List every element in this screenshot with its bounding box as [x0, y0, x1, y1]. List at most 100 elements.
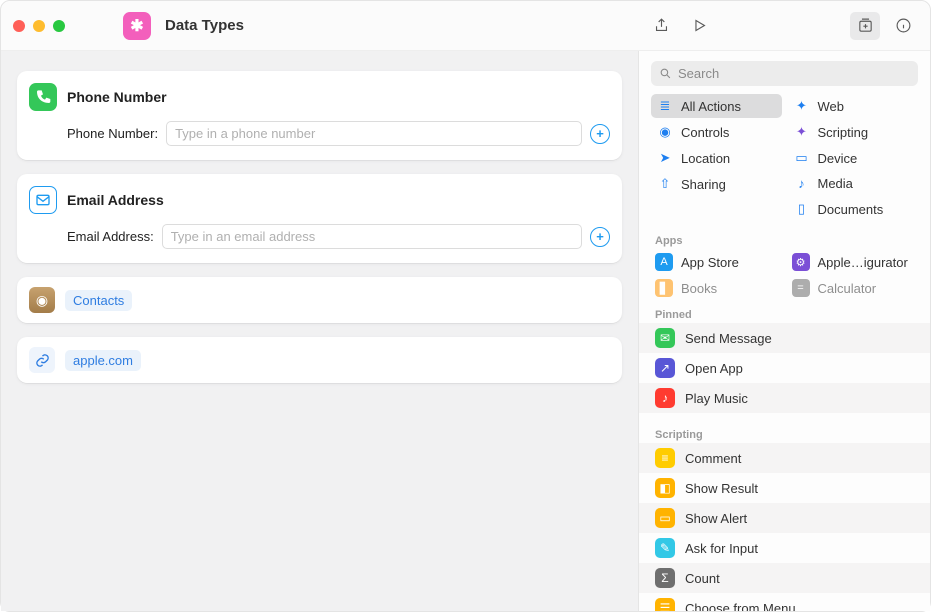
add-variable-button[interactable]: +	[590, 227, 610, 247]
field-label: Phone Number:	[67, 126, 158, 141]
apps-list: AApp Store▋Books ⚙ Apple…igurator =Calculat…	[639, 249, 930, 301]
category-label: Web	[818, 99, 845, 114]
action-icon: ↗	[655, 358, 675, 378]
category-label: All Actions	[681, 99, 741, 114]
category-icon: ▭	[794, 150, 810, 166]
pinned-list: ✉ Send Message ↗ Open App ♪ Play Music	[639, 323, 930, 413]
action-icon: ☰	[655, 598, 675, 611]
action-show-alert[interactable]: ▭Show Alert	[639, 503, 930, 533]
action-count[interactable]: Σ Count	[639, 563, 930, 593]
app-label: Apple…igurator	[818, 255, 908, 270]
action-ask-for-input[interactable]: ✎ Ask for Input	[639, 533, 930, 563]
email-address-action[interactable]: Email Address Email Address: +	[17, 174, 622, 263]
action-label: Comment	[685, 451, 741, 466]
share-button[interactable]	[646, 12, 676, 40]
action-icon: ✎	[655, 538, 675, 558]
email-address-input[interactable]	[162, 224, 582, 249]
category-controls[interactable]: ◉Controls	[651, 120, 782, 144]
category-list: ≣ All Actions ◉Controls ➤ Location ⇧Sharing ✦ W…	[639, 94, 930, 227]
category-label: Scripting	[818, 125, 869, 140]
url-action[interactable]: apple.com	[17, 337, 622, 383]
action-icon: Σ	[655, 568, 675, 588]
app-calculator[interactable]: =Calculator	[788, 275, 919, 301]
category-icon: ♪	[794, 176, 810, 191]
action-comment[interactable]: ≡ Comment	[639, 443, 930, 473]
category-all-actions[interactable]: ≣ All Actions	[651, 94, 782, 118]
action-label: Open App	[685, 361, 743, 376]
zoom-window-button[interactable]	[53, 20, 65, 32]
search-icon	[659, 67, 672, 80]
action-send-message[interactable]: ✉ Send Message	[639, 323, 930, 353]
app-app-store[interactable]: AApp Store	[651, 249, 782, 275]
action-icon: ≡	[655, 448, 675, 468]
app-icon: =	[792, 279, 810, 297]
window: ✱ Data Types Phone Number	[0, 0, 931, 612]
card-title: Phone Number	[67, 89, 167, 105]
category-label: Device	[818, 151, 858, 166]
category-media[interactable]: ♪ Media	[788, 172, 919, 195]
window-title: Data Types	[165, 17, 244, 34]
action-label: Show Result	[685, 481, 758, 496]
contacts-chip[interactable]: Contacts	[65, 290, 132, 311]
app-apple-igurator[interactable]: ⚙ Apple…igurator	[788, 249, 919, 275]
action-open-app[interactable]: ↗ Open App	[639, 353, 930, 383]
library-icon	[857, 17, 874, 34]
category-scripting[interactable]: ✦Scripting	[788, 120, 919, 144]
category-icon: ◉	[657, 124, 673, 140]
info-icon	[895, 17, 912, 34]
library-button[interactable]	[850, 12, 880, 40]
card-row: Email Address: +	[29, 224, 610, 249]
app-icon: ⚙	[792, 253, 810, 271]
action-choose-from-menu[interactable]: ☰Choose from Menu	[639, 593, 930, 611]
url-chip[interactable]: apple.com	[65, 350, 141, 371]
card-header: Email Address	[29, 186, 610, 214]
action-label: Count	[685, 571, 720, 586]
category-web[interactable]: ✦ Web	[788, 94, 919, 118]
action-icon: ♪	[655, 388, 675, 408]
phone-number-action[interactable]: Phone Number Phone Number: +	[17, 71, 622, 160]
play-icon	[691, 17, 708, 34]
category-icon: ≣	[657, 98, 673, 114]
scripting-list: ≡ Comment ◧Show Result▭Show Alert ✎ Ask for …	[639, 443, 930, 611]
category-label: Documents	[818, 202, 884, 217]
search-input[interactable]: Search	[651, 61, 918, 86]
category-icon: ➤	[657, 150, 673, 166]
card-title: Email Address	[67, 192, 164, 208]
app-icon: A	[655, 253, 673, 271]
category-location[interactable]: ➤ Location	[651, 146, 782, 170]
category-icon: ▯	[794, 201, 810, 217]
category-icon: ✦	[794, 98, 810, 114]
section-header-pinned: Pinned	[639, 301, 930, 323]
action-label: Play Music	[685, 391, 748, 406]
run-button[interactable]	[684, 12, 714, 40]
category-sharing[interactable]: ⇧Sharing	[651, 172, 782, 196]
field-label: Email Address:	[67, 229, 154, 244]
category-documents[interactable]: ▯ Documents	[788, 197, 919, 221]
contacts-action[interactable]: ◉ Contacts	[17, 277, 622, 323]
close-window-button[interactable]	[13, 20, 25, 32]
category-label: Media	[818, 176, 853, 191]
info-button[interactable]	[888, 12, 918, 40]
action-icon: ✉	[655, 328, 675, 348]
action-show-result[interactable]: ◧Show Result	[639, 473, 930, 503]
card-row: Phone Number: +	[29, 121, 610, 146]
phone-number-input[interactable]	[166, 121, 582, 146]
app-books[interactable]: ▋Books	[651, 275, 782, 301]
link-icon	[29, 347, 55, 373]
app-label: Books	[681, 281, 717, 296]
canvas[interactable]: Phone Number Phone Number: + Email Addre…	[1, 51, 638, 611]
category-device[interactable]: ▭ Device	[788, 146, 919, 170]
action-label: Send Message	[685, 331, 772, 346]
action-label: Ask for Input	[685, 541, 758, 556]
section-header-scripting: Scripting	[639, 421, 930, 443]
share-icon	[653, 17, 670, 34]
category-label: Location	[681, 151, 730, 166]
minimize-window-button[interactable]	[33, 20, 45, 32]
add-variable-button[interactable]: +	[590, 124, 610, 144]
window-controls	[13, 20, 65, 32]
titlebar: ✱ Data Types	[1, 1, 930, 51]
contacts-icon: ◉	[29, 287, 55, 313]
action-icon: ▭	[655, 508, 675, 528]
action-play-music[interactable]: ♪ Play Music	[639, 383, 930, 413]
main-split: Phone Number Phone Number: + Email Addre…	[1, 51, 930, 611]
